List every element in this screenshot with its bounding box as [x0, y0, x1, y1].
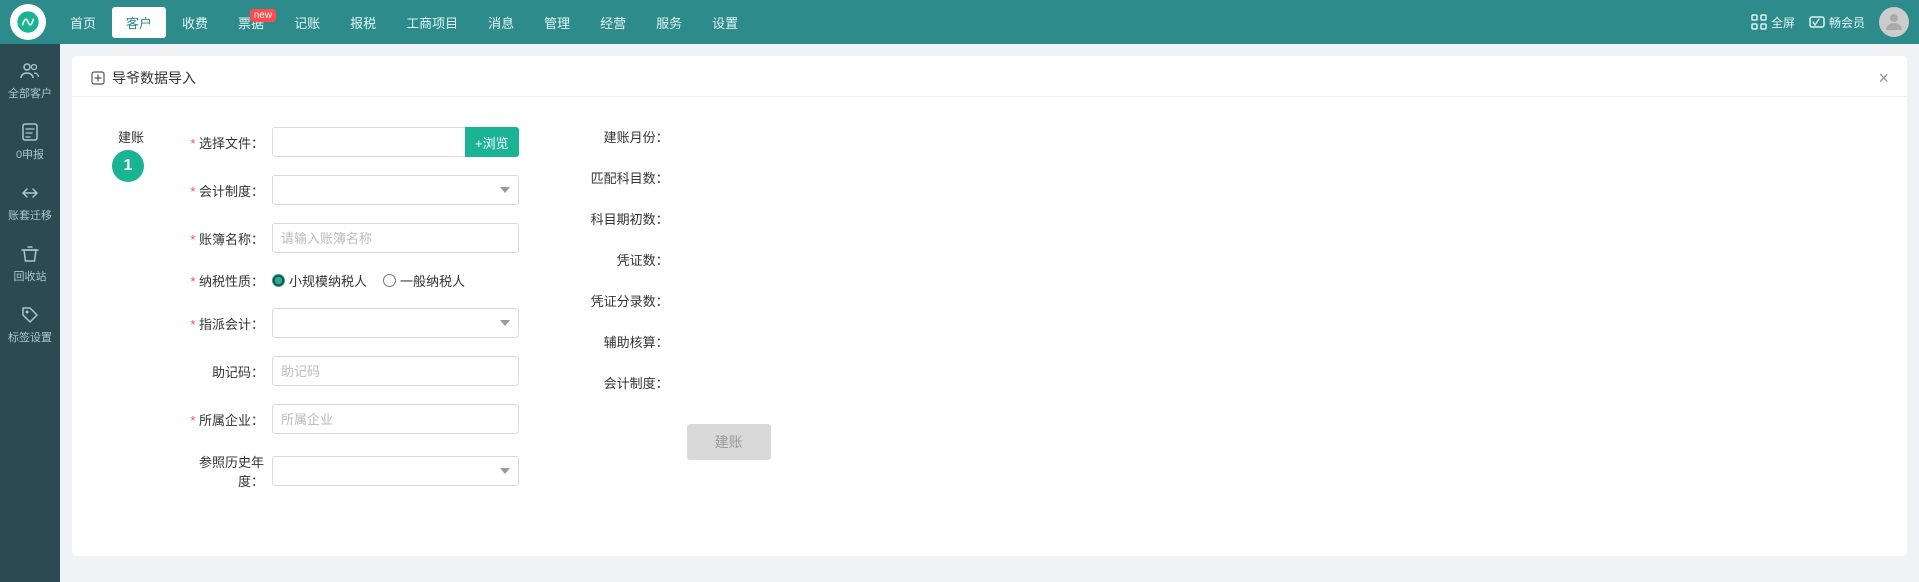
sidebar-label-all-customers: 全部客户 — [8, 85, 52, 101]
panel-body: 建账 1 选择文件： +浏览 — [72, 97, 1907, 538]
nav-item-manage[interactable]: 管理 — [530, 7, 584, 38]
nav-item-customers[interactable]: 客户 — [112, 7, 166, 38]
browse-button[interactable]: +浏览 — [465, 127, 519, 157]
history-year-row: 参照历史年度： — [184, 452, 519, 490]
sidebar-item-transfer[interactable]: 账套迁移 — [2, 174, 58, 231]
nav-right: 全屏 畅会员 — [1751, 7, 1909, 37]
panel-title-text: 导爷数据导入 — [112, 68, 196, 88]
assign-accountant-label: 指派会计： — [184, 314, 264, 333]
select-file-label: 选择文件： — [184, 133, 264, 152]
nav-item-billing[interactable]: 收费 — [168, 7, 222, 38]
nav-item-biz[interactable]: 工商项目 — [392, 7, 472, 38]
vip-button[interactable]: 畅会员 — [1809, 14, 1865, 31]
file-input-group: +浏览 — [272, 127, 519, 157]
company-row: 所属企业： — [184, 404, 519, 434]
nav-item-bookkeeping[interactable]: 记账 — [280, 7, 334, 38]
sidebar-label-transfer: 账套迁移 — [8, 207, 52, 223]
import-icon — [90, 70, 106, 86]
info-voucher-row: 凭证数： — [579, 250, 879, 269]
info-match-row: 匹配科目数： — [579, 168, 879, 187]
fullscreen-button[interactable]: 全屏 — [1751, 14, 1795, 31]
sidebar-label-trash: 回收站 — [14, 268, 47, 284]
info-voucher-label: 凭证数： — [579, 250, 669, 269]
panel-header: 导爷数据导入 × — [72, 56, 1907, 97]
nav-item-invoice[interactable]: 票据 new — [224, 7, 278, 38]
sidebar-item-all-customers[interactable]: 全部客户 — [2, 52, 58, 109]
create-button-container: 建账 — [579, 414, 879, 460]
close-button[interactable]: × — [1878, 69, 1889, 87]
nav-item-settings[interactable]: 设置 — [698, 7, 752, 38]
history-year-label: 参照历史年度： — [184, 452, 264, 490]
tax-option-general[interactable]: 一般纳税人 — [383, 271, 465, 290]
tax-option-small[interactable]: 小规模纳税人 — [272, 271, 367, 290]
assign-accountant-select[interactable] — [272, 308, 519, 338]
info-auxiliary-label: 辅助核算： — [579, 332, 669, 351]
app-logo[interactable] — [10, 4, 46, 40]
info-match-label: 匹配科目数： — [579, 168, 669, 187]
info-initial-row: 科目期初数： — [579, 209, 879, 228]
company-input[interactable] — [272, 404, 519, 434]
form-section: 选择文件： +浏览 会计制度： — [184, 127, 519, 508]
tax-option-small-label: 小规模纳税人 — [289, 271, 367, 290]
top-navigation: 首页 客户 收费 票据 new 记账 报税 工商项目 消息 管理 经营 服务 设… — [0, 0, 1919, 44]
nav-item-home[interactable]: 首页 — [56, 7, 110, 38]
tax-radio-general[interactable] — [383, 274, 396, 287]
ledger-name-label: 账簿名称： — [184, 229, 264, 248]
info-voucher-entries-row: 凭证分录数： — [579, 291, 879, 310]
sidebar-item-zero-report[interactable]: 0申报 — [2, 113, 58, 170]
new-badge: new — [250, 9, 276, 22]
ledger-name-row: 账簿名称： — [184, 223, 519, 253]
company-label: 所属企业： — [184, 410, 264, 429]
main-content: 导爷数据导入 × 建账 1 选择文件： — [60, 44, 1919, 582]
ledger-name-input[interactable] — [272, 223, 519, 253]
nav-item-tax[interactable]: 报税 — [336, 7, 390, 38]
sidebar-label-zero-report: 0申报 — [16, 146, 44, 162]
import-panel: 导爷数据导入 × 建账 1 选择文件： — [72, 56, 1907, 556]
tax-type-group: 小规模纳税人 一般纳税人 — [272, 271, 519, 290]
info-month-row: 建账月份： — [579, 127, 879, 146]
tax-radio-small[interactable] — [272, 274, 285, 287]
history-year-select[interactable] — [272, 456, 519, 486]
assign-accountant-row: 指派会计： — [184, 308, 519, 338]
select-file-row: 选择文件： +浏览 — [184, 127, 519, 157]
step-section: 建账 1 — [112, 127, 144, 182]
step-circle: 1 — [112, 150, 144, 182]
memo-code-input[interactable] — [272, 356, 519, 386]
memo-code-row: 助记码： — [184, 356, 519, 386]
tax-type-label: 纳税性质： — [184, 271, 264, 290]
nav-item-service[interactable]: 服务 — [642, 7, 696, 38]
accounting-system-select[interactable] — [272, 175, 519, 205]
avatar[interactable] — [1879, 7, 1909, 37]
info-voucher-entries-label: 凭证分录数： — [579, 291, 669, 310]
tax-type-row: 纳税性质： 小规模纳税人 一般纳税人 — [184, 271, 519, 290]
accounting-system-label: 会计制度： — [184, 181, 264, 200]
info-section: 建账月份： 匹配科目数： 科目期初数： 凭证数： — [579, 127, 879, 508]
sidebar-item-trash[interactable]: 回收站 — [2, 235, 58, 292]
memo-code-label: 助记码： — [184, 362, 264, 381]
info-auxiliary-row: 辅助核算： — [579, 332, 879, 351]
step-label: 建账 — [118, 127, 144, 146]
info-month-label: 建账月份： — [579, 127, 669, 146]
sidebar: 全部客户 0申报 账套迁移 回收站 标签设置 — [0, 44, 60, 582]
tax-option-general-label: 一般纳税人 — [400, 271, 465, 290]
sidebar-item-tags[interactable]: 标签设置 — [2, 296, 58, 353]
nav-menu: 首页 客户 收费 票据 new 记账 报税 工商项目 消息 管理 经营 服务 设… — [56, 7, 1751, 38]
file-input[interactable] — [272, 127, 465, 157]
create-account-button[interactable]: 建账 — [687, 424, 771, 460]
sidebar-label-tags: 标签设置 — [8, 329, 52, 345]
nav-item-message[interactable]: 消息 — [474, 7, 528, 38]
accounting-system-row: 会计制度： — [184, 175, 519, 205]
info-initial-label: 科目期初数： — [579, 209, 669, 228]
info-accounting-system-label: 会计制度： — [579, 373, 669, 392]
info-accounting-system-row: 会计制度： — [579, 373, 879, 392]
nav-item-business[interactable]: 经营 — [586, 7, 640, 38]
panel-title: 导爷数据导入 — [90, 68, 196, 88]
